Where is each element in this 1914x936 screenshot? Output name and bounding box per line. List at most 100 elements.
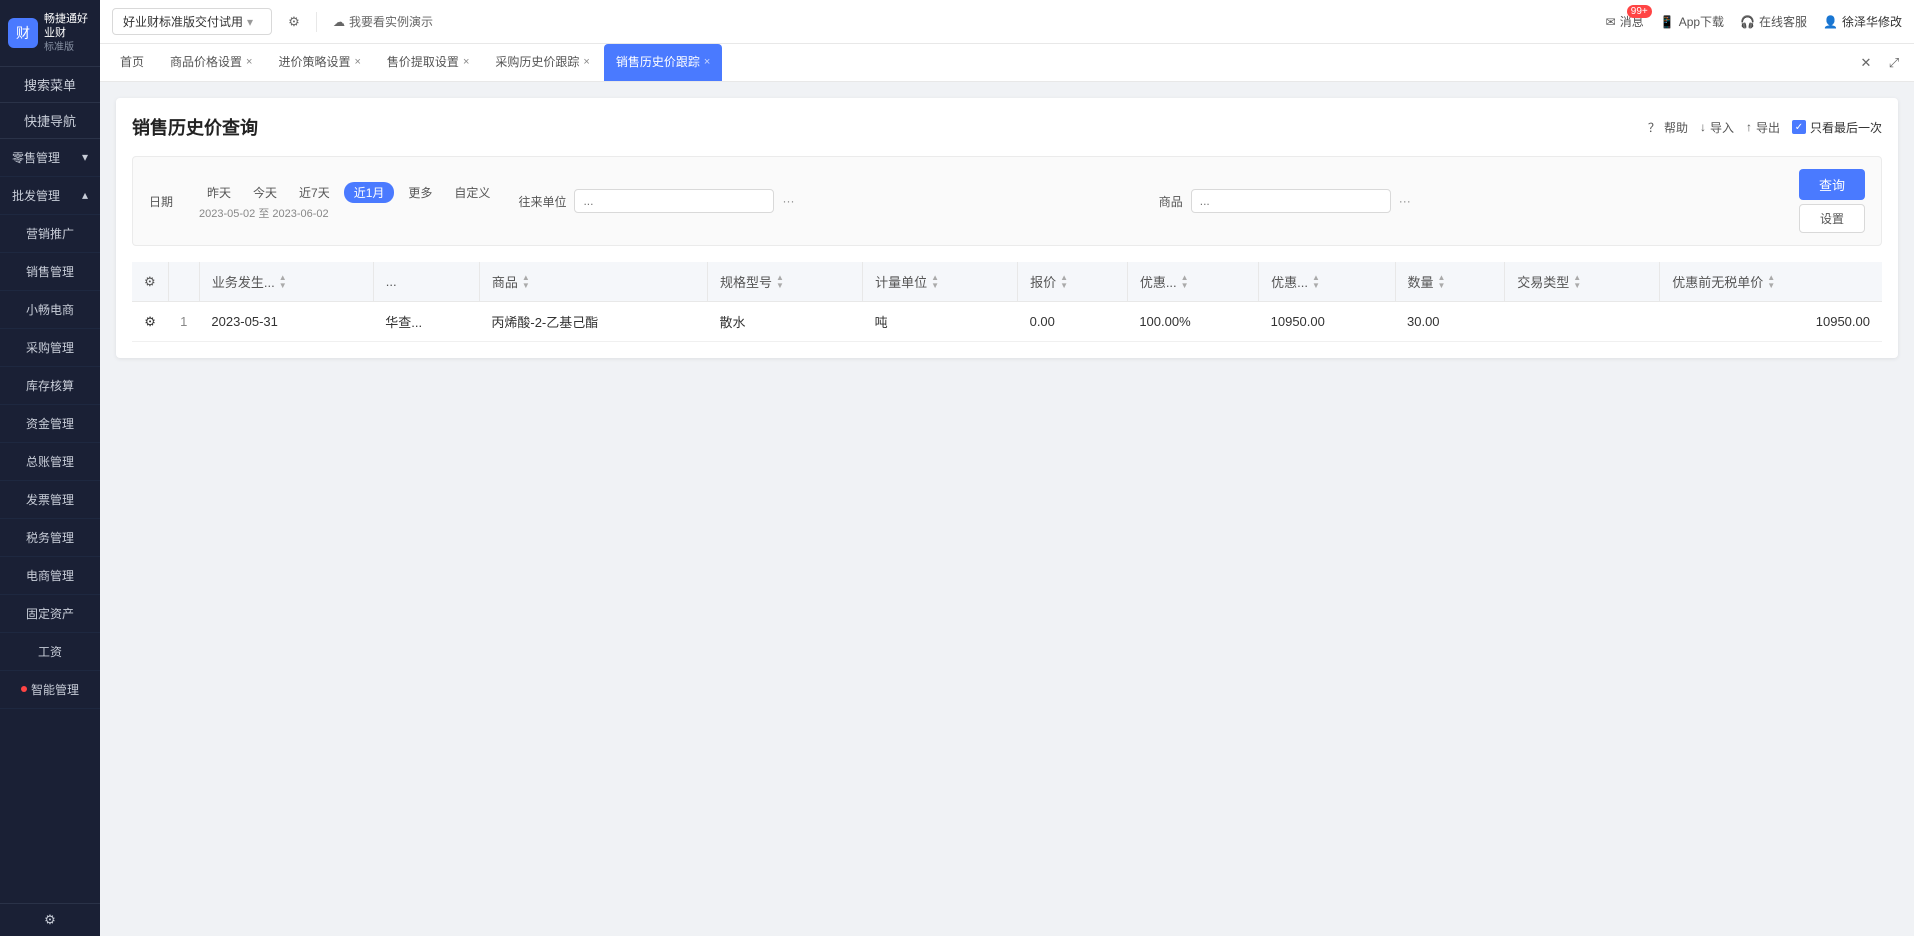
only-last-checkbox-label[interactable]: ✓ 只看最后一次	[1792, 119, 1882, 136]
import-icon: ↓	[1700, 120, 1706, 134]
sidebar-item-ecomm-mgmt[interactable]: 电商管理	[0, 557, 100, 595]
tab-sale-history[interactable]: 销售历史价跟踪 ×	[604, 44, 722, 81]
close-icon[interactable]: ×	[583, 56, 589, 68]
date-btn-custom[interactable]: 自定义	[446, 182, 498, 203]
col-price[interactable]: 报价 ▲▼	[1018, 262, 1128, 302]
table-header-row: ⚙ 业务发生... ▲▼ ...	[132, 262, 1882, 302]
sidebar-item-sales-mgmt[interactable]: 销售管理	[0, 253, 100, 291]
sidebar-settings-button[interactable]: ⚙	[0, 903, 100, 936]
row-product: 丙烯酸-2-乙基己酯	[491, 315, 598, 330]
source-unit-input[interactable]	[574, 189, 774, 213]
retail-mgmt-label: 零售管理	[12, 149, 60, 166]
close-icon[interactable]: ×	[463, 56, 469, 68]
sidebar-item-purchase-mgmt[interactable]: 采购管理	[0, 329, 100, 367]
close-icon[interactable]: ×	[354, 56, 360, 68]
tab-sale-price[interactable]: 售价提取设置 ×	[375, 44, 481, 81]
table-row[interactable]: ⚙ 1 2023-05-31 华查...	[132, 302, 1882, 342]
sidebar-item-invoice-mgmt[interactable]: 发票管理	[0, 481, 100, 519]
header-settings-button[interactable]: ⚙	[280, 8, 308, 36]
wholesale-mgmt-label: 批发管理	[12, 187, 60, 204]
col-discount2-label: 优惠...	[1271, 272, 1308, 291]
gear-icon: ⚙	[144, 274, 156, 289]
product-filter-input[interactable]	[1191, 189, 1391, 213]
sidebar-item-search-menu[interactable]: 搜索菜单	[0, 67, 100, 103]
tab-purchase-history-label: 采购历史价跟踪	[495, 53, 579, 70]
close-icon[interactable]: ×	[704, 56, 710, 68]
user-icon: 👤	[1823, 15, 1838, 29]
col-spec[interactable]: 规格型号 ▲▼	[708, 262, 863, 302]
export-icon: ↑	[1746, 120, 1752, 134]
sort-icon: ▲▼	[1438, 274, 1446, 290]
tab-product-price[interactable]: 商品价格设置 ×	[158, 44, 264, 81]
sort-icon: ▲▼	[279, 274, 287, 290]
app-download-button[interactable]: 📱 App下载	[1660, 13, 1724, 30]
sidebar-item-inventory[interactable]: 库存核算	[0, 367, 100, 405]
col-biz-date-label: 业务发生...	[212, 272, 275, 291]
tab-purchase-history[interactable]: 采购历史价跟踪 ×	[483, 44, 601, 81]
sidebar-item-payroll[interactable]: 工资	[0, 633, 100, 671]
sidebar-item-marketing[interactable]: 营销推广	[0, 215, 100, 253]
row-trade-type-cell	[1505, 302, 1660, 342]
tab-window-controls: ✕ ⤢	[1854, 51, 1906, 75]
sidebar-item-smart-mgmt[interactable]: 智能管理	[0, 671, 100, 709]
date-options: 昨天 今天 近7天 近1月 更多 自定义	[199, 182, 498, 203]
version-selector[interactable]: 好业财标准版交付试用 ▾	[112, 8, 272, 35]
export-link[interactable]: ↑ 导出	[1746, 119, 1780, 136]
col-price-label: 报价	[1030, 272, 1056, 291]
sidebar-item-wholesale-mgmt[interactable]: 批发管理 ▴	[0, 177, 100, 215]
sidebar-item-retail-mgmt[interactable]: 零售管理 ▾	[0, 139, 100, 177]
user-menu-button[interactable]: 👤 徐泽华修改	[1823, 13, 1902, 30]
col-discount2[interactable]: 优惠... ▲▼	[1259, 262, 1395, 302]
import-link[interactable]: ↓ 导入	[1700, 119, 1734, 136]
col-product[interactable]: 商品 ▲▼	[479, 262, 707, 302]
cloud-icon: ☁	[333, 15, 345, 29]
date-btn-1month[interactable]: 近1月	[344, 182, 395, 203]
maximize-window-button[interactable]: ⤢	[1882, 51, 1906, 75]
service-icon: 🎧	[1740, 15, 1755, 29]
import-label: 导入	[1710, 119, 1734, 136]
settings-button[interactable]: 设置	[1799, 204, 1865, 233]
col-qty[interactable]: 数量 ▲▼	[1395, 262, 1505, 302]
date-btn-today[interactable]: 今天	[245, 182, 285, 203]
message-button[interactable]: ✉ 消息 99+	[1606, 13, 1644, 30]
tab-purchase-strategy-label: 进价策略设置	[278, 53, 350, 70]
col-product-label: 商品	[492, 272, 518, 291]
help-link[interactable]: ？ 帮助	[1648, 119, 1688, 136]
chevron-down-icon: ▾	[247, 15, 253, 29]
online-service-button[interactable]: 🎧 在线客服	[1740, 13, 1807, 30]
date-btn-7days[interactable]: 近7天	[291, 182, 338, 203]
col-biz-date[interactable]: 业务发生... ▲▼	[199, 262, 373, 302]
tab-purchase-strategy[interactable]: 进价策略设置 ×	[266, 44, 372, 81]
col-unit[interactable]: 计量单位 ▲▼	[863, 262, 1018, 302]
sidebar-item-quick-nav[interactable]: 快捷导航	[0, 103, 100, 139]
ecomm-mgmt-label: 电商管理	[26, 567, 74, 584]
date-btn-yesterday[interactable]: 昨天	[199, 182, 239, 203]
sidebar-item-finance-mgmt[interactable]: 资金管理	[0, 405, 100, 443]
general-ledger-label: 总账管理	[26, 453, 74, 470]
sidebar-item-fixed-assets[interactable]: 固定资产	[0, 595, 100, 633]
search-menu-label: 搜索菜单	[24, 78, 76, 93]
sort-icon: ▲▼	[931, 274, 939, 290]
col-pretax-price[interactable]: 优惠前无税单价 ▲▼	[1660, 262, 1882, 302]
sidebar-item-ecomm-small[interactable]: 小畅电商	[0, 291, 100, 329]
date-btn-more[interactable]: 更多	[400, 182, 440, 203]
sidebar-logo: 财 畅捷通好业财 标准版	[0, 0, 100, 67]
product-more-icon[interactable]: ···	[1399, 194, 1411, 208]
close-window-button[interactable]: ✕	[1854, 51, 1878, 75]
tab-sale-price-label: 售价提取设置	[387, 53, 459, 70]
close-icon[interactable]: ×	[246, 56, 252, 68]
demo-link[interactable]: ☁ 我要看实例演示	[333, 13, 433, 30]
table-area: ⚙ 业务发生... ▲▼ ...	[132, 262, 1882, 342]
col-discount1[interactable]: 优惠... ▲▼	[1127, 262, 1258, 302]
tab-home[interactable]: 首页	[108, 44, 156, 81]
row-index-cell: 1	[168, 302, 199, 342]
col-trade-type[interactable]: 交易类型 ▲▼	[1505, 262, 1660, 302]
source-unit-more-icon[interactable]: ···	[782, 194, 794, 208]
page-card: 销售历史价查询 ？ 帮助 ↓ 导入 ↑ 导出 ✓	[116, 98, 1898, 358]
message-icon: ✉	[1606, 15, 1616, 29]
query-button[interactable]: 查询	[1799, 169, 1865, 200]
sidebar-item-tax-mgmt[interactable]: 税务管理	[0, 519, 100, 557]
row-biz-date: 2023-05-31	[211, 314, 278, 329]
tax-mgmt-label: 税务管理	[26, 529, 74, 546]
sidebar-item-general-ledger[interactable]: 总账管理	[0, 443, 100, 481]
